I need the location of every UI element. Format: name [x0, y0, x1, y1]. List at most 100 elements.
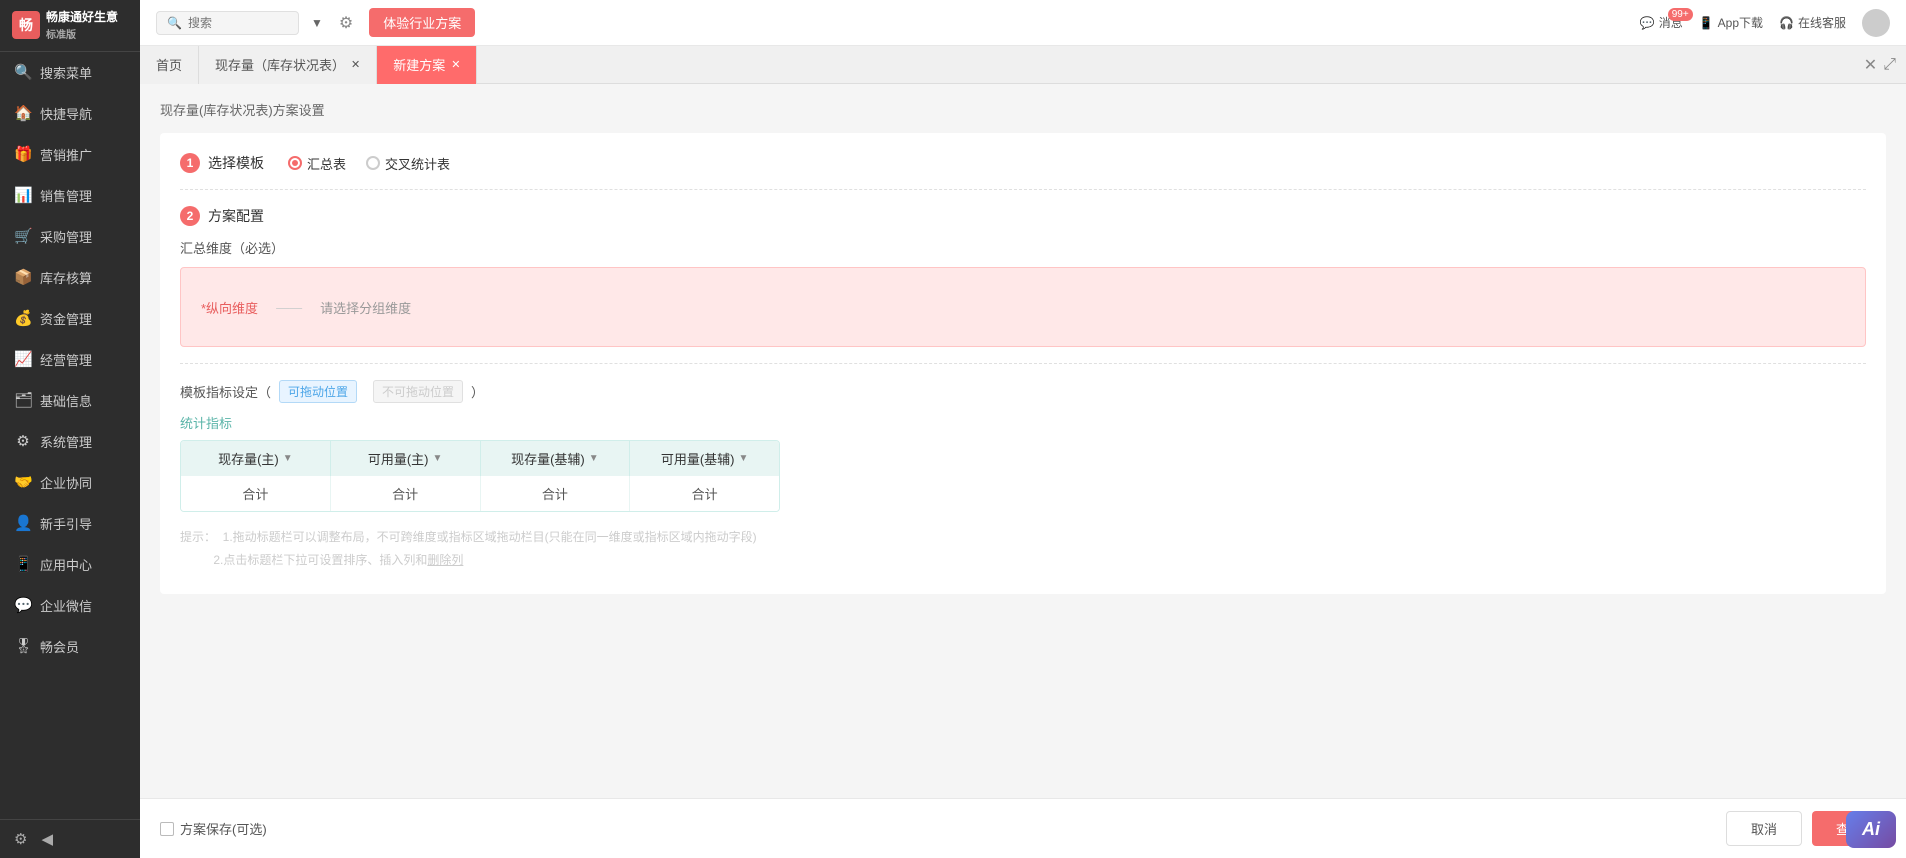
app-download-area[interactable]: 📱 App下载: [1699, 14, 1763, 31]
stats-col-3-chevron[interactable]: ▼: [589, 453, 599, 464]
sidebar-item-inventory[interactable]: 📦 库存核算: [0, 257, 140, 298]
messages-area[interactable]: 💬 消息 99+: [1640, 14, 1683, 31]
step2-num: 2: [180, 206, 200, 226]
online-service-area[interactable]: 🎧 在线客服: [1779, 14, 1846, 31]
stats-col-1-chevron[interactable]: ▼: [283, 453, 293, 464]
marketing-icon: 🎁: [14, 145, 32, 163]
sidebar-item-search[interactable]: 🔍 搜索菜单: [0, 52, 140, 93]
stats-col-4-chevron[interactable]: ▼: [739, 453, 749, 464]
tip-2: 2.点击标题栏下拉可设置排序、插入列和删除列: [180, 551, 1866, 570]
close-panel-icon[interactable]: ✕: [1864, 55, 1877, 75]
topbar: 🔍 ▼ ⚙ 体验行业方案 💬 消息 99+ 📱 App下载 🎧 在线客服: [140, 0, 1906, 46]
ai-badge[interactable]: Ai: [1846, 811, 1896, 848]
sidebar-item-membership[interactable]: 🎖 畅会员: [0, 626, 140, 667]
sidebar-label-basic: 基础信息: [40, 391, 92, 410]
stats-col-2-chevron[interactable]: ▼: [433, 453, 443, 464]
search-icon: 🔍: [167, 16, 182, 30]
home-tab-label: 首页: [156, 55, 182, 74]
tip-1: 提示： 1.拖动标题栏可以调整布局，不可跨维度或指标区域拖动栏目(只能在同一维度…: [180, 528, 1866, 547]
sidebar-label-wechat: 企业微信: [40, 596, 92, 615]
stats-col-3[interactable]: 现存量(基辅) ▼: [481, 441, 631, 476]
sidebar-item-newbie[interactable]: 👤 新手引导: [0, 503, 140, 544]
tab-new-plan[interactable]: 新建方案 ✕: [377, 46, 477, 84]
indicator-suffix: ）: [471, 382, 484, 401]
sidebar-item-management[interactable]: 📈 经营管理: [0, 339, 140, 380]
quick-nav-icon: 🏠: [14, 104, 32, 122]
sidebar-item-basic[interactable]: 🗂 基础信息: [0, 380, 140, 421]
template-option-cross[interactable]: 交叉统计表: [366, 154, 450, 173]
wechat-icon: 💬: [14, 596, 32, 614]
finance-icon: 💰: [14, 309, 32, 327]
sidebar: 畅 畅康通好生意 标准版 🔍 搜索菜单 🏠 快捷导航 🎁 营销推广 📊 销售管理…: [0, 0, 140, 858]
logo-icon: 畅: [12, 11, 40, 39]
stats-col-4[interactable]: 可用量(基辅) ▼: [630, 441, 779, 476]
dropdown-chevron-icon: ▼: [311, 16, 323, 30]
user-avatar[interactable]: [1862, 9, 1890, 37]
sidebar-item-app-center[interactable]: 📱 应用中心: [0, 544, 140, 585]
online-service-label: 在线客服: [1798, 14, 1846, 31]
app-logo: 畅 畅康通好生意 标准版: [0, 0, 140, 52]
cooperation-icon: 🤝: [14, 473, 32, 491]
save-option: 方案保存(可选): [160, 819, 267, 838]
stats-table-header: 现存量(主) ▼ 可用量(主) ▼ 现存量(基辅) ▼ 可用量(基辅) ▼: [181, 441, 779, 476]
stats-col-1[interactable]: 现存量(主) ▼: [181, 441, 331, 476]
inventory-status-tab-label: 现存量（库存状况表）: [215, 55, 345, 74]
search-box[interactable]: 🔍: [156, 11, 299, 35]
stats-col-2[interactable]: 可用量(主) ▼: [331, 441, 481, 476]
radio-summary-selected: [288, 156, 302, 170]
stats-col-2-label: 可用量(主): [368, 449, 429, 468]
radio-cross: [366, 156, 380, 170]
template-cross-label: 交叉统计表: [385, 154, 450, 173]
sidebar-label-app-center: 应用中心: [40, 555, 92, 574]
sidebar-label-membership: 畅会员: [40, 637, 79, 656]
sidebar-label-management: 经营管理: [40, 350, 92, 369]
inventory-status-tab-close[interactable]: ✕: [351, 58, 360, 71]
new-plan-tab-close[interactable]: ✕: [451, 58, 460, 71]
trial-btn[interactable]: 体验行业方案: [369, 8, 475, 37]
collapse-icon[interactable]: ◀: [41, 830, 53, 848]
template-option-summary[interactable]: 汇总表: [288, 154, 346, 173]
search-icon: 🔍: [14, 63, 32, 81]
sidebar-item-finance[interactable]: 💰 资金管理: [0, 298, 140, 339]
messages-badge: 99+: [1668, 8, 1693, 21]
save-option-label: 方案保存(可选): [180, 819, 267, 838]
cancel-button[interactable]: 取消: [1726, 811, 1802, 846]
tips-section: 提示： 1.拖动标题栏可以调整布局，不可跨维度或指标区域拖动栏目(只能在同一维度…: [180, 528, 1866, 570]
content-area: 现存量(库存状况表)方案设置 1 选择模板 汇总表 交叉统计表: [140, 84, 1906, 798]
new-plan-tab-label: 新建方案: [393, 55, 445, 74]
step2-title: 方案配置: [208, 206, 264, 226]
sidebar-item-wechat[interactable]: 💬 企业微信: [0, 585, 140, 626]
dimension-area[interactable]: *纵向维度 —— 请选择分组维度: [180, 267, 1866, 347]
sidebar-item-quick-nav[interactable]: 🏠 快捷导航: [0, 93, 140, 134]
topbar-gear-icon[interactable]: ⚙: [339, 13, 353, 33]
sidebar-item-cooperation[interactable]: 🤝 企业协同: [0, 462, 140, 503]
settings-icon[interactable]: ⚙: [14, 830, 27, 848]
ai-label: Ai: [1862, 819, 1880, 839]
indicator-prefix: 模板指标设定（: [180, 382, 271, 401]
tab-inventory-status[interactable]: 现存量（库存状况表） ✕: [199, 46, 377, 84]
sidebar-item-system[interactable]: ⚙ 系统管理: [0, 421, 140, 462]
message-icon: 💬: [1640, 16, 1655, 30]
sidebar-item-purchase[interactable]: 🛒 采购管理: [0, 216, 140, 257]
sidebar-label-search: 搜索菜单: [40, 63, 92, 82]
tab-home[interactable]: 首页: [140, 46, 199, 84]
sidebar-item-marketing[interactable]: 🎁 营销推广: [0, 134, 140, 175]
dimension-text: *纵向维度 —— 请选择分组维度: [201, 298, 411, 317]
indicator-movable-tag: 可拖动位置: [279, 380, 357, 403]
delete-col-link[interactable]: 删除列: [427, 553, 463, 567]
expand-icon[interactable]: ⤢: [1883, 56, 1896, 74]
sidebar-label-system: 系统管理: [40, 432, 92, 451]
sidebar-item-sales[interactable]: 📊 销售管理: [0, 175, 140, 216]
dimension-label: 汇总维度（必选）: [180, 238, 1866, 257]
stats-cell-2: 合计: [331, 476, 481, 511]
dropdown[interactable]: ▼: [311, 16, 323, 30]
bottom-bar: 方案保存(可选) 取消 查询: [140, 798, 1906, 858]
app-download-label: App下载: [1718, 14, 1763, 31]
search-input[interactable]: [188, 16, 288, 30]
app-name: 畅康通好生意: [46, 10, 118, 26]
sidebar-label-inventory: 库存核算: [40, 268, 92, 287]
tabbar: 首页 现存量（库存状况表） ✕ 新建方案 ✕ ✕ ⤢: [140, 46, 1906, 84]
divider-1: [180, 189, 1866, 190]
save-checkbox[interactable]: [160, 822, 174, 836]
stats-col-4-label: 可用量(基辅): [661, 449, 735, 468]
